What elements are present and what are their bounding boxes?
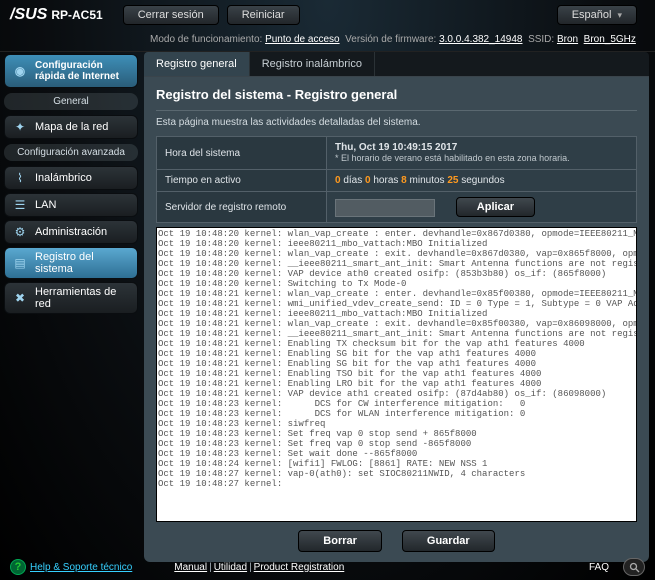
ssid-5-link[interactable]: Bron_5GHz [584,34,636,45]
uptime-value: 0 días 0 horas 8 minutos 25 segundos [327,170,637,192]
help-icon[interactable]: ? [10,559,26,575]
system-time-label: Hora del sistema [157,137,327,170]
system-time-value: Thu, Oct 19 10:49:15 2017 [335,142,457,153]
firmware-link[interactable]: 3.0.0.4.382_14948 [439,34,522,45]
sidebar-label: LAN [35,199,56,211]
sidebar-section-general: General [4,93,138,110]
network-map-icon: ✦ [11,119,29,135]
product-reg-link[interactable]: Product Registration [254,562,345,573]
op-mode-link[interactable]: Punto de acceso [265,34,340,45]
gear-icon: ⚙ [11,224,29,240]
brand-logo: /SUS [10,6,47,24]
sidebar-label: Mapa de la red [35,121,108,133]
manual-link[interactable]: Manual [174,562,207,573]
sidebar-label: Herramientas de red [35,286,131,310]
page-description: Esta página muestra las actividades deta… [156,117,637,128]
sidebar-label: Registro del sistema [35,251,131,275]
sidebar-item-nettools[interactable]: ✖ Herramientas de red [4,282,138,314]
tab-general-log[interactable]: Registro general [144,52,250,76]
faq-link[interactable]: FAQ [589,562,609,573]
status-bar: Modo de funcionamiento: Punto de acceso … [0,30,655,52]
tab-wireless-log[interactable]: Registro inalámbrico [250,52,375,76]
lan-icon: ☰ [11,197,29,213]
dst-note: * El horario de verano está habilitado e… [335,153,570,163]
apply-button[interactable]: Aplicar [456,197,535,217]
sidebar-item-map[interactable]: ✦ Mapa de la red [4,115,138,139]
clear-button[interactable]: Borrar [298,530,382,552]
remote-log-label: Servidor de registro remoto [157,192,327,223]
sidebar-item-syslog[interactable]: ▤ Registro del sistema [4,247,138,279]
restart-button[interactable]: Reiniciar [227,5,300,25]
globe-icon: ◉ [11,63,29,79]
log-textarea[interactable]: Oct 19 10:48:20 kernel: wlan_vap_create … [156,227,637,522]
page-title: Registro del sistema - Registro general [156,87,637,111]
sidebar-label: Configuración rápida de Internet [35,60,131,82]
utility-link[interactable]: Utilidad [214,562,247,573]
uptime-label: Tiempo en activo [157,170,327,192]
logout-button[interactable]: Cerrar sesión [123,5,219,25]
sidebar-section-advanced: Configuración avanzada [4,144,138,161]
language-dropdown[interactable]: Español [557,5,637,25]
sidebar-item-qis[interactable]: ◉ Configuración rápida de Internet [4,54,138,88]
sidebar-item-admin[interactable]: ⚙ Administración [4,220,138,244]
sidebar-item-wireless[interactable]: ⌇ Inalámbrico [4,166,138,190]
wireless-icon: ⌇ [11,170,29,186]
sidebar-label: Inalámbrico [35,172,92,184]
sidebar-item-lan[interactable]: ☰ LAN [4,193,138,217]
model-name: RP-AC51 [51,8,102,22]
tools-icon: ✖ [11,290,29,306]
sidebar-label: Administración [35,226,107,238]
search-icon [629,562,640,573]
ssid-24-link[interactable]: Bron [557,34,578,45]
remote-log-input[interactable] [335,199,435,217]
save-button[interactable]: Guardar [402,530,495,552]
help-support-link[interactable]: Help & Soporte técnico [30,562,132,573]
log-icon: ▤ [11,255,29,271]
search-button[interactable] [623,558,645,576]
